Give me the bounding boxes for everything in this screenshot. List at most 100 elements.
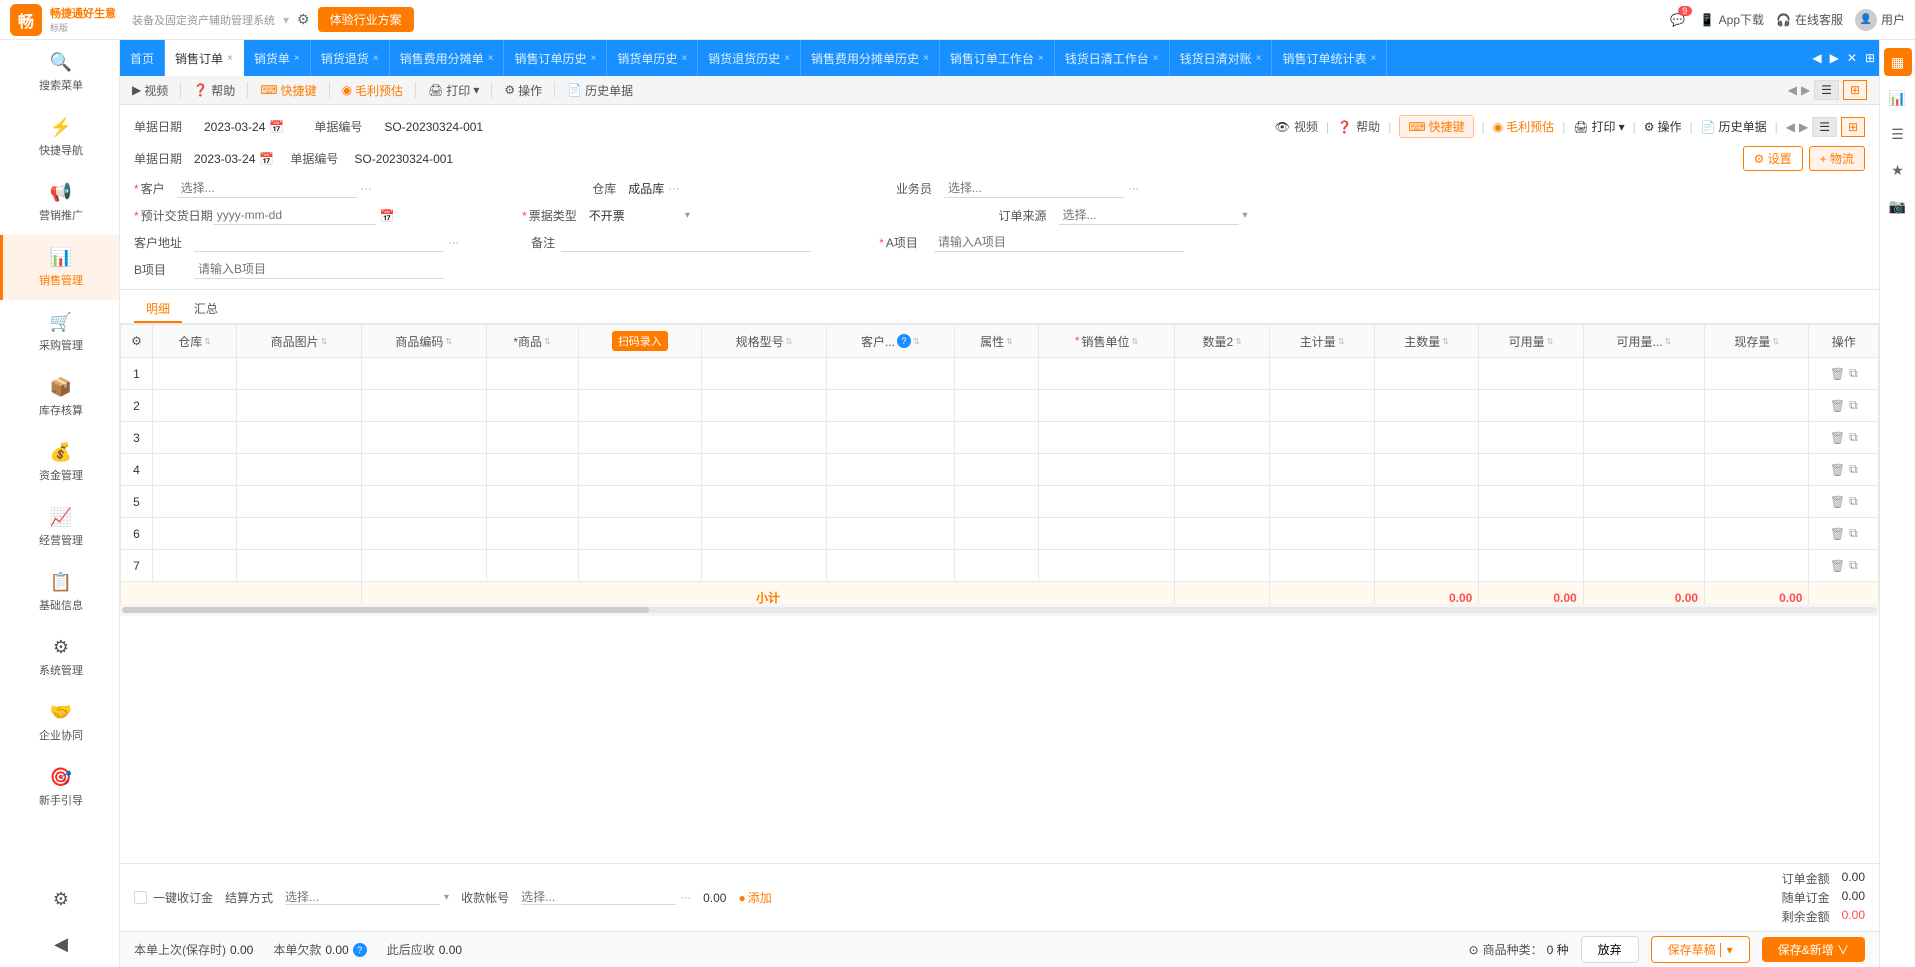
- tab-sales-order-hist[interactable]: 销售订单历史 ×: [504, 40, 607, 76]
- nav-next2[interactable]: ▶: [1799, 120, 1808, 134]
- delete-icon-4[interactable]: 🗑: [1830, 463, 1845, 477]
- delete-icon-7[interactable]: 🗑: [1830, 559, 1845, 573]
- user-menu[interactable]: 👤 用户: [1855, 9, 1905, 31]
- staff-more[interactable]: ···: [1128, 183, 1139, 195]
- delete-icon-1[interactable]: 🗑: [1830, 367, 1845, 381]
- debt-info-icon[interactable]: ?: [353, 943, 367, 957]
- cell-warehouse-1[interactable]: [153, 358, 237, 390]
- tab-sales-return[interactable]: 销货退货 ×: [311, 40, 390, 76]
- cell-warehouse-3[interactable]: [153, 422, 237, 454]
- nav-prev2[interactable]: ◀: [1786, 120, 1795, 134]
- sidebar-collapse-btn[interactable]: ◀: [0, 922, 119, 967]
- delete-icon-5[interactable]: 🗑: [1830, 495, 1845, 509]
- nav-prev[interactable]: ◀: [1788, 83, 1797, 97]
- scroll-thumb[interactable]: [122, 607, 649, 613]
- customer-more[interactable]: ···: [361, 183, 372, 195]
- th-info-icon[interactable]: ?: [897, 334, 911, 348]
- cell-warehouse-2[interactable]: [153, 390, 237, 422]
- sidebar-item-inventory[interactable]: 📦 库存核算: [0, 365, 119, 430]
- material-btn[interactable]: + 物流: [1809, 146, 1865, 171]
- nav-next[interactable]: ▶: [1801, 83, 1810, 97]
- order-source-dropdown[interactable]: ▾: [1243, 210, 1248, 221]
- calendar-icon2[interactable]: 📅: [259, 152, 274, 166]
- toolbar-profit[interactable]: ◉ 毛利预估: [342, 82, 404, 99]
- cell-code-2[interactable]: [361, 390, 486, 422]
- tab-daily-reconcile[interactable]: 钱货日清对账 ×: [1170, 40, 1273, 76]
- remark-input[interactable]: [561, 233, 811, 252]
- right-panel-list-icon[interactable]: ☰: [1884, 120, 1912, 148]
- tab-sales-order-close[interactable]: ×: [227, 53, 233, 64]
- one-click-checkbox[interactable]: [134, 891, 147, 904]
- cell-attribute-2[interactable]: [954, 390, 1038, 422]
- right-panel-bookmark-icon[interactable]: ★: [1884, 156, 1912, 184]
- address-input[interactable]: [194, 233, 444, 252]
- toolbar-help[interactable]: ❓ 帮助: [193, 82, 235, 99]
- tab-summary[interactable]: 汇总: [182, 296, 230, 323]
- sort-image[interactable]: ⇅: [321, 337, 328, 346]
- table-container[interactable]: ⚙ 仓库⇅ 商品图片⇅ 商品编码⇅: [120, 324, 1879, 604]
- tab-sales-order-hist-close[interactable]: ×: [590, 53, 596, 64]
- system-dropdown-icon[interactable]: ▾: [283, 13, 289, 27]
- toolbar-shortcut[interactable]: ⌨ 快捷键: [260, 82, 316, 99]
- sort-available2[interactable]: ⇅: [1665, 337, 1672, 346]
- toolbar-operation[interactable]: ⚙ 操作: [504, 82, 542, 99]
- list-view-btn2[interactable]: ☰: [1812, 117, 1837, 137]
- doc-date-field[interactable]: 2023-03-24 📅: [204, 120, 284, 134]
- cell-customer-code-2[interactable]: [826, 390, 954, 422]
- tab-daily-workbench-close[interactable]: ×: [1153, 53, 1159, 64]
- customer-input[interactable]: [177, 179, 357, 198]
- form-view-btn2[interactable]: ⊞: [1841, 117, 1865, 137]
- tab-daily-workbench[interactable]: 钱货日清工作台 ×: [1055, 40, 1170, 76]
- tab-sales-expense-close[interactable]: ×: [488, 53, 494, 64]
- order-source-input[interactable]: [1059, 206, 1239, 225]
- copy-icon-2[interactable]: ⧉: [1849, 398, 1858, 413]
- cell-customer-code-1[interactable]: [826, 358, 954, 390]
- toolbar-view[interactable]: ▶ 视频: [132, 82, 168, 99]
- message-icon[interactable]: 💬 9: [1668, 10, 1688, 30]
- warehouse-more[interactable]: ···: [668, 183, 679, 195]
- sort-attribute[interactable]: ⇅: [1006, 337, 1013, 346]
- sidebar-item-system[interactable]: ⚙ 系统管理: [0, 625, 119, 690]
- toolbar-history[interactable]: 📄 历史单据: [567, 82, 633, 99]
- cell-main-qty-2[interactable]: [1374, 390, 1478, 422]
- delivery-input[interactable]: [213, 206, 376, 225]
- sidebar-item-shortcut[interactable]: ⚡ 快捷导航: [0, 105, 119, 170]
- sort-customer-code[interactable]: ⇅: [913, 337, 920, 346]
- hist-btn[interactable]: 📄 历史单据: [1701, 118, 1767, 135]
- tab-return-hist-close[interactable]: ×: [784, 53, 790, 64]
- copy-icon-1[interactable]: ⧉: [1849, 366, 1858, 381]
- tab-nav-expand[interactable]: ⊞: [1861, 51, 1879, 65]
- tab-sales-order[interactable]: 销售订单 ×: [165, 40, 244, 76]
- cell-qty2-2[interactable]: [1175, 390, 1270, 422]
- app-download-btn[interactable]: 📱 App下载: [1700, 11, 1764, 28]
- tab-return-hist[interactable]: 销货退货历史 ×: [698, 40, 801, 76]
- form-view-btn[interactable]: ⊞: [1843, 80, 1867, 100]
- copy-icon-5[interactable]: ⧉: [1849, 494, 1858, 509]
- tab-home[interactable]: 首页: [120, 40, 165, 76]
- right-panel-camera-icon[interactable]: 📷: [1884, 192, 1912, 220]
- payment-method-input[interactable]: [285, 890, 440, 905]
- save-draft-arrow[interactable]: ▾: [1720, 943, 1733, 957]
- toolbar-print[interactable]: 🖨 打印 ▾: [428, 82, 479, 99]
- sidebar-item-guide[interactable]: 🎯 新手引导: [0, 755, 119, 820]
- copy-icon-7[interactable]: ⧉: [1849, 558, 1858, 573]
- tab-nav-prev[interactable]: ◀: [1808, 51, 1825, 65]
- sort-product[interactable]: ⇅: [544, 337, 551, 346]
- tab-sales-invoice[interactable]: 销货单 ×: [244, 40, 311, 76]
- copy-icon-6[interactable]: ⧉: [1849, 526, 1858, 541]
- save-draft-button[interactable]: 保存草稿 ▾: [1651, 936, 1750, 963]
- delivery-calendar-icon[interactable]: 📅: [380, 209, 395, 223]
- cell-unit-1[interactable]: [1039, 358, 1175, 390]
- account-input[interactable]: [521, 890, 676, 905]
- sort-unit[interactable]: ⇅: [1132, 337, 1139, 346]
- tab-order-workbench-close[interactable]: ×: [1038, 53, 1044, 64]
- copy-icon-4[interactable]: ⧉: [1849, 462, 1858, 477]
- list-view-btn[interactable]: ☰: [1814, 80, 1839, 100]
- staff-input[interactable]: [944, 179, 1124, 198]
- sort-main-qty[interactable]: ⇅: [1442, 337, 1449, 346]
- online-support-btn[interactable]: 🎧 在线客服: [1776, 11, 1843, 28]
- save-new-button[interactable]: 保存&新增 ∨: [1762, 937, 1865, 962]
- settings-icon[interactable]: ⚙: [297, 11, 310, 28]
- scan-btn[interactable]: 扫码录入: [612, 331, 668, 351]
- cell-spec-2[interactable]: [702, 390, 827, 422]
